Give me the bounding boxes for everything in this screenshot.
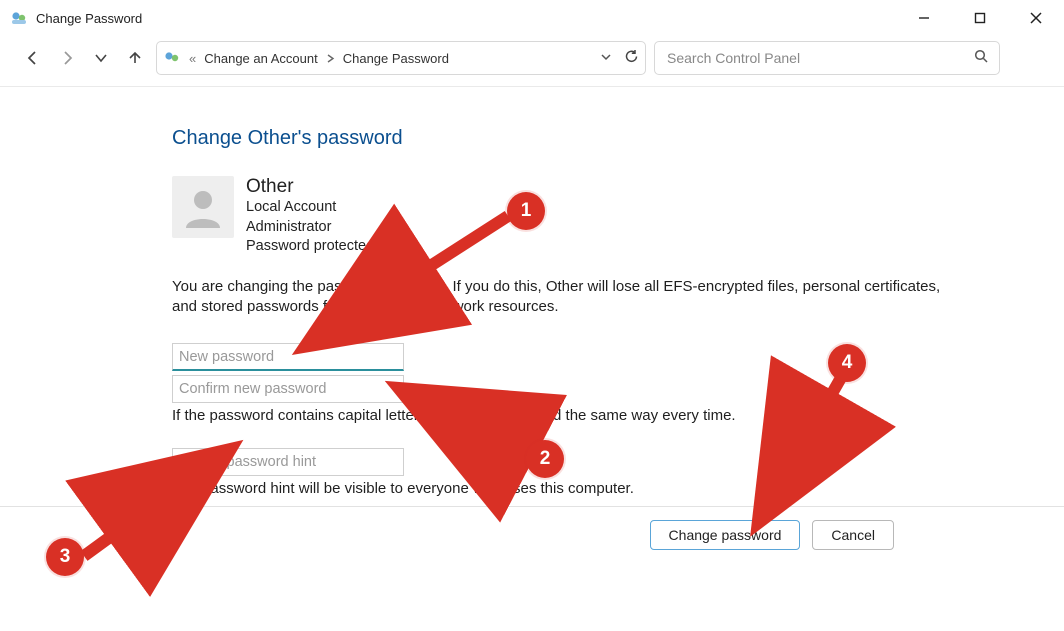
window-maximize-button[interactable] [952,0,1008,36]
chevron-right-icon [324,51,337,66]
annotation-marker-2: 2 [526,440,564,478]
breadcrumb-item-change-an-account[interactable]: Change an Account [204,51,317,66]
refresh-button[interactable] [624,49,639,67]
account-role: Administrator [246,218,374,238]
account-protected: Password protected [246,237,374,257]
cancel-button[interactable]: Cancel [812,520,894,550]
breadcrumb-root[interactable]: « [187,51,198,66]
nav-forward-button[interactable] [54,45,80,71]
nav-up-button[interactable] [122,45,148,71]
window-minimize-button[interactable] [896,0,952,36]
new-password-input[interactable] [172,343,404,371]
search-icon[interactable] [974,49,989,67]
user-accounts-icon [163,49,181,67]
change-password-button[interactable]: Change password [650,520,801,550]
footer-divider [0,506,1064,507]
password-hint-input[interactable] [172,448,404,476]
annotation-marker-3: 3 [46,538,84,576]
search-input[interactable] [665,49,974,67]
breadcrumb-item-change-password[interactable]: Change Password [343,51,449,66]
annotation-marker-1: 1 [507,192,545,230]
app-icon [10,9,28,27]
command-bar: « Change an Account Change Password [0,36,1064,80]
confirm-password-input[interactable] [172,375,404,403]
account-meta: Other Local Account Administrator Passwo… [246,176,374,257]
window-close-button[interactable] [1008,0,1064,36]
breadcrumb-field[interactable]: « Change an Account Change Password [156,41,646,75]
account-name: Other [246,176,374,198]
hint-visibility-notice: The password hint will be visible to eve… [172,480,1064,497]
account-block: Other Local Account Administrator Passwo… [172,176,1064,257]
button-row: Change password Cancel [650,520,894,550]
warning-text: You are changing the password for Other.… [172,277,942,318]
nav-recent-dropdown[interactable] [88,45,114,71]
account-type: Local Account [246,198,374,218]
window-title: Change Password [36,11,142,26]
avatar [172,176,234,238]
content-pane: Change Other's password Other Local Acco… [0,87,1064,497]
title-bar: Change Password [0,0,1064,36]
breadcrumb-dropdown-icon[interactable] [600,51,612,66]
capital-letters-notice: If the password contains capital letters… [172,407,1064,424]
search-field[interactable] [654,41,1000,75]
page-title: Change Other's password [172,127,1064,150]
annotation-marker-4: 4 [828,344,866,382]
nav-back-button[interactable] [20,45,46,71]
